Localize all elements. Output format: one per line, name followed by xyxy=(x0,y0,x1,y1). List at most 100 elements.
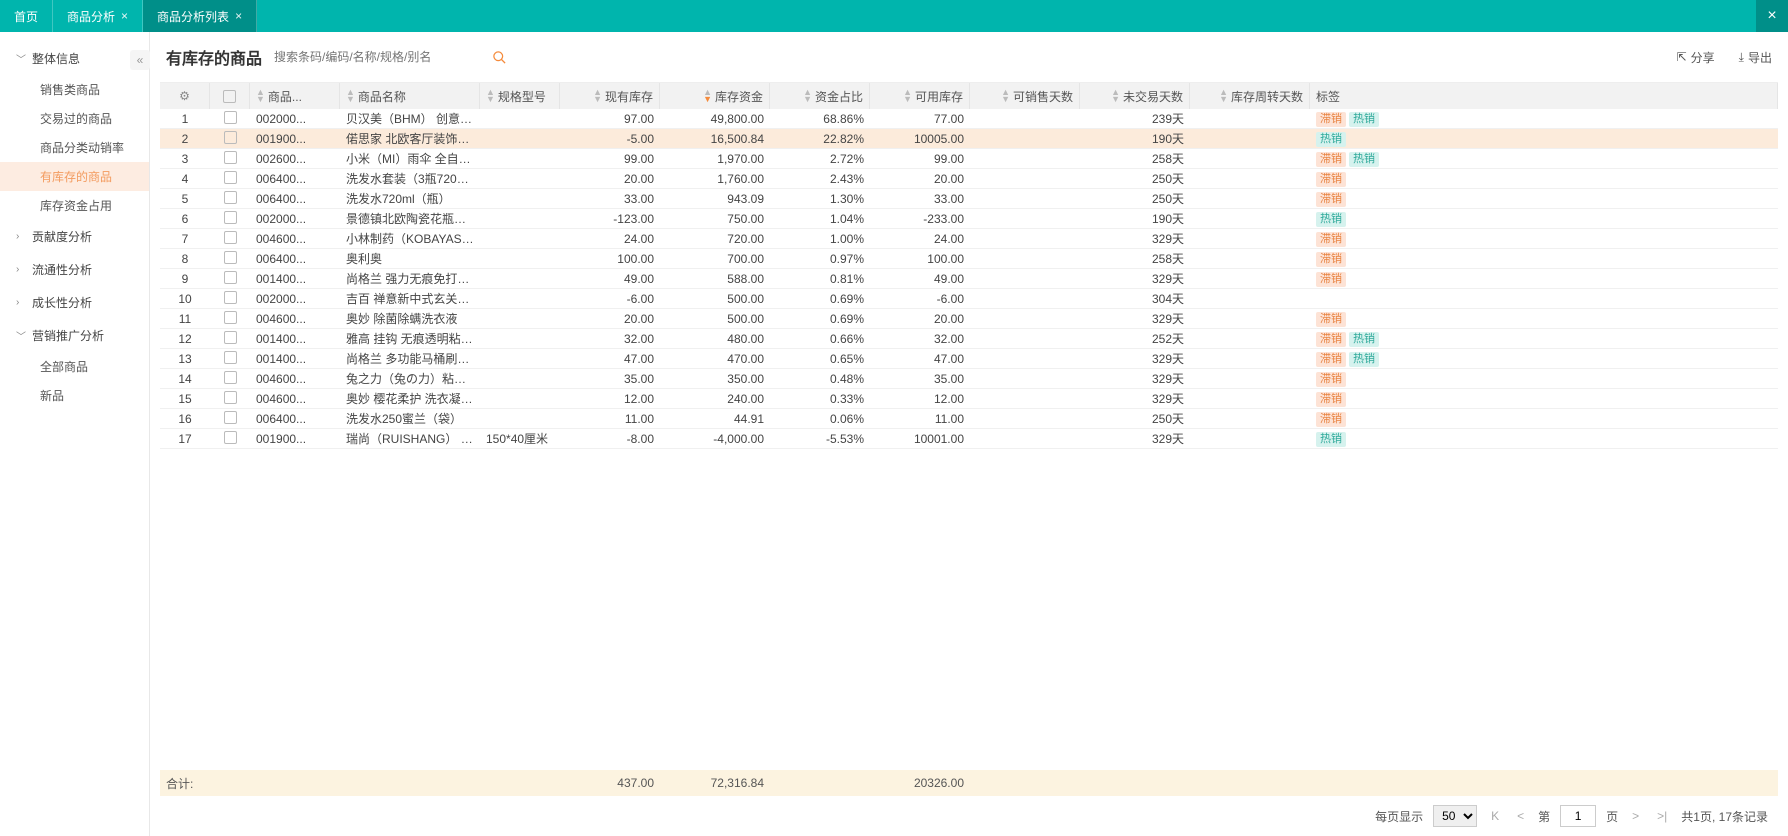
row-checkbox[interactable] xyxy=(224,411,237,424)
table-row[interactable]: 9001400...尚格兰 强力无痕免打孔浴室49.00588.000.81%4… xyxy=(160,269,1778,289)
table-row[interactable]: 2001900...偌思家 北欧客厅装饰画卧室-5.0016,500.8422.… xyxy=(160,129,1778,149)
col-ratio[interactable]: ▲▼资金占比 xyxy=(770,83,870,109)
cell-avail: 20.00 xyxy=(870,172,970,186)
cell-name: 小林制药（KOBAYASHI）E xyxy=(340,230,480,247)
page-input[interactable] xyxy=(1560,805,1596,827)
col-stock[interactable]: ▲▼现有库存 xyxy=(560,83,660,109)
row-checkbox[interactable] xyxy=(224,291,237,304)
close-icon[interactable]: × xyxy=(121,9,128,23)
sidebar-item-traded-products[interactable]: 交易过的商品 xyxy=(0,104,149,133)
row-checkbox[interactable] xyxy=(224,111,237,124)
search-input[interactable] xyxy=(274,44,474,70)
cell-ratio: 0.06% xyxy=(770,412,870,426)
row-checkbox[interactable] xyxy=(224,211,237,224)
page-next-icon[interactable]: > xyxy=(1628,809,1643,823)
tab-analysis[interactable]: 商品分析× xyxy=(53,0,143,32)
table-row[interactable]: 8006400...奥利奥100.00700.000.97%100.00258天… xyxy=(160,249,1778,269)
table-row[interactable]: 4006400...洗发水套装（3瓶720ml+120.001,760.002.… xyxy=(160,169,1778,189)
cell-stock: 12.00 xyxy=(560,392,660,406)
col-avail[interactable]: ▲▼可用库存 xyxy=(870,83,970,109)
close-all-icon[interactable]: × xyxy=(1756,0,1788,32)
cell-notrade: 250天 xyxy=(1080,170,1190,187)
row-checkbox[interactable] xyxy=(224,151,237,164)
row-checkbox[interactable] xyxy=(224,391,237,404)
sidebar-collapse-icon[interactable]: « xyxy=(130,50,150,70)
table-row[interactable]: 6002000...景德镇北欧陶瓷花瓶摆件 优-123.00750.001.04… xyxy=(160,209,1778,229)
cell-fund: 350.00 xyxy=(660,372,770,386)
sidebar-item-category-rate[interactable]: 商品分类动销率 xyxy=(0,133,149,162)
col-tags[interactable]: 标签 xyxy=(1310,83,1778,109)
col-saledays[interactable]: ▲▼可销售天数 xyxy=(970,83,1080,109)
cell-notrade: 190天 xyxy=(1080,130,1190,147)
row-checkbox[interactable] xyxy=(224,231,237,244)
page-suffix: 页 xyxy=(1606,808,1618,825)
col-name[interactable]: ▲▼商品名称 xyxy=(340,83,480,109)
cell-ratio: 0.97% xyxy=(770,252,870,266)
col-code[interactable]: ▲▼商品... xyxy=(250,83,340,109)
row-checkbox[interactable] xyxy=(224,171,237,184)
table-row[interactable]: 15004600...奥妙 樱花柔护 洗衣凝珠 1012.00240.000.3… xyxy=(160,389,1778,409)
row-index: 5 xyxy=(160,192,210,206)
cell-ratio: 68.86% xyxy=(770,112,870,126)
row-checkbox[interactable] xyxy=(224,371,237,384)
page-prev-icon[interactable]: < xyxy=(1513,809,1528,823)
tag-badge: 热销 xyxy=(1349,352,1379,367)
col-turnover[interactable]: ▲▼库存周转天数 xyxy=(1190,83,1310,109)
sidebar-group-marketing[interactable]: ﹀营销推广分析 xyxy=(0,319,149,352)
sidebar-item-sales-products[interactable]: 销售类商品 xyxy=(0,75,149,104)
gear-icon[interactable]: ⚙ xyxy=(179,89,190,103)
tab-home[interactable]: 首页 xyxy=(0,0,53,32)
table-row[interactable]: 17001900...瑞尚（RUISHANG） 卧室150*40厘米-8.00-… xyxy=(160,429,1778,449)
tag-badge: 滞销 xyxy=(1316,332,1346,347)
sidebar-group-contribution[interactable]: ›贡献度分析 xyxy=(0,220,149,253)
row-checkbox[interactable] xyxy=(224,431,237,444)
table-row[interactable]: 13001400...尚格兰 多功能马桶刷套装 马47.00470.000.65… xyxy=(160,349,1778,369)
row-checkbox[interactable] xyxy=(224,191,237,204)
table-row[interactable]: 14004600...兔之力（兔の力）粘毛器粘35.00350.000.48%3… xyxy=(160,369,1778,389)
table-row[interactable]: 1002000...贝汉美（BHM） 创意北欧97.0049,800.0068.… xyxy=(160,109,1778,129)
page-last-icon[interactable]: >| xyxy=(1653,809,1671,823)
sidebar-item-in-stock[interactable]: 有库存的商品 xyxy=(0,162,149,191)
row-checkbox[interactable] xyxy=(224,311,237,324)
cell-notrade: 190天 xyxy=(1080,210,1190,227)
share-button[interactable]: ⇱分享 xyxy=(1671,49,1721,66)
table-row[interactable]: 10002000...吉百 禅意新中式玄关摆件套-6.00500.000.69%… xyxy=(160,289,1778,309)
sidebar-group-circulation[interactable]: ›流通性分析 xyxy=(0,253,149,286)
per-page-select[interactable]: 50 xyxy=(1433,805,1477,827)
row-checkbox[interactable] xyxy=(224,351,237,364)
cell-avail: 35.00 xyxy=(870,372,970,386)
table-row[interactable]: 5006400...洗发水720ml（瓶）33.00943.091.30%33.… xyxy=(160,189,1778,209)
cell-name: 吉百 禅意新中式玄关摆件套 xyxy=(340,290,480,307)
sidebar-group-growth[interactable]: ›成长性分析 xyxy=(0,286,149,319)
select-all-checkbox[interactable] xyxy=(223,90,236,103)
cell-notrade: 329天 xyxy=(1080,270,1190,287)
table-row[interactable]: 12001400...雅高 挂钩 无痕透明粘钩 强32.00480.000.66… xyxy=(160,329,1778,349)
tag-badge: 热销 xyxy=(1349,112,1379,127)
cell-notrade: 258天 xyxy=(1080,150,1190,167)
row-checkbox[interactable] xyxy=(224,131,237,144)
row-checkbox[interactable] xyxy=(224,251,237,264)
export-button[interactable]: ⤓导出 xyxy=(1733,49,1778,66)
sidebar-item-fund-usage[interactable]: 库存资金占用 xyxy=(0,191,149,220)
row-checkbox[interactable] xyxy=(224,331,237,344)
cell-ratio: 1.30% xyxy=(770,192,870,206)
cell-code: 006400... xyxy=(250,412,340,426)
table-row[interactable]: 3002600...小米（MI）雨伞 全自动折叠99.001,970.002.7… xyxy=(160,149,1778,169)
close-icon[interactable]: × xyxy=(235,9,242,23)
page-first-icon[interactable]: K xyxy=(1487,809,1503,823)
row-index: 6 xyxy=(160,212,210,226)
cell-notrade: 250天 xyxy=(1080,190,1190,207)
table-row[interactable]: 7004600...小林制药（KOBAYASHI）E24.00720.001.0… xyxy=(160,229,1778,249)
search-icon[interactable] xyxy=(486,44,512,70)
row-checkbox[interactable] xyxy=(224,271,237,284)
col-spec[interactable]: ▲▼规格型号 xyxy=(480,83,560,109)
table-row[interactable]: 16006400...洗发水250蜜兰（袋）11.0044.910.06%11.… xyxy=(160,409,1778,429)
sidebar-item-all-products[interactable]: 全部商品 xyxy=(0,352,149,381)
tab-analysis-list[interactable]: 商品分析列表× xyxy=(143,0,257,32)
sidebar-item-new-products[interactable]: 新品 xyxy=(0,381,149,410)
cell-name: 奥妙 樱花柔护 洗衣凝珠 10 xyxy=(340,390,480,407)
sidebar-group-overall[interactable]: ﹀整体信息 xyxy=(0,42,149,75)
col-fund[interactable]: ▲▼库存资金 xyxy=(660,83,770,109)
table-row[interactable]: 11004600...奥妙 除菌除螨洗衣液20.00500.000.69%20.… xyxy=(160,309,1778,329)
col-notrade[interactable]: ▲▼未交易天数 xyxy=(1080,83,1190,109)
